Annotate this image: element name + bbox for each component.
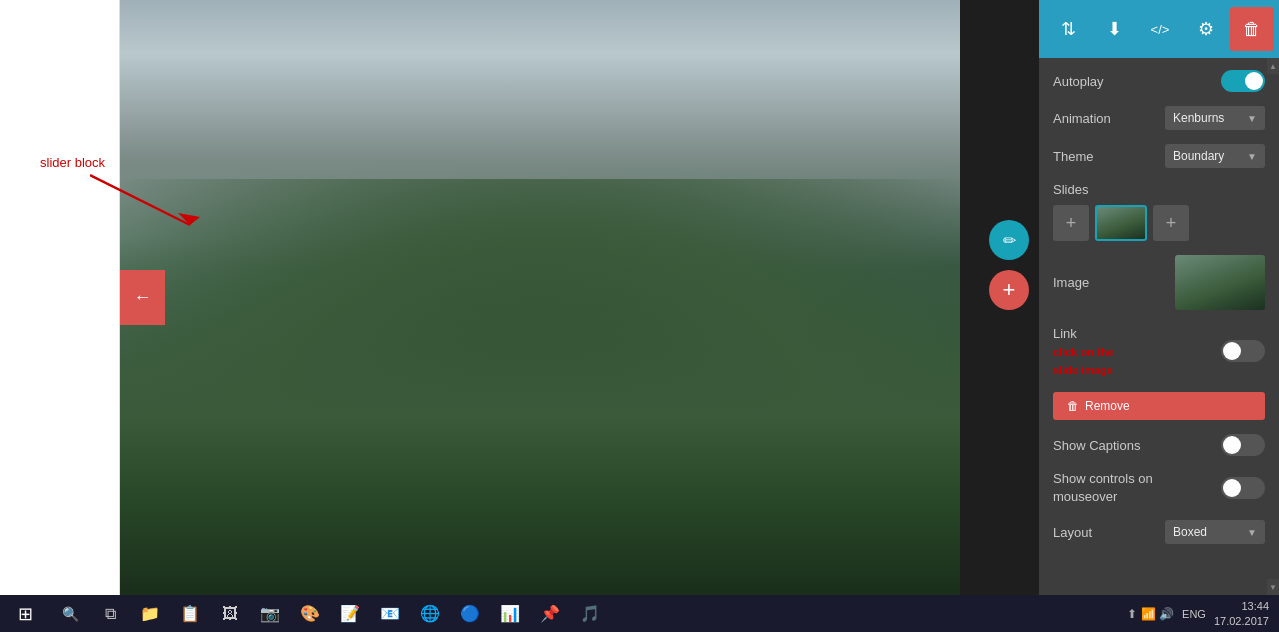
taskbar-tray: ⬆ 📶 🔊 ENG 13:44 17.02.2017 [1127,599,1279,628]
plus-icon: + [1003,277,1016,303]
left-arrow-button[interactable]: ← [120,270,165,325]
code-button[interactable]: </> [1138,7,1182,51]
taskbar-app4-icon[interactable]: 📷 [250,595,290,632]
taskbar-app6-icon[interactable]: 📝 [330,595,370,632]
delete-button[interactable]: 🗑 [1230,7,1274,51]
autoplay-toggle[interactable] [1221,70,1265,92]
image-label: Image [1053,275,1089,290]
show-controls-label: Show controls on mouseover [1053,470,1173,506]
taskbar-search-button[interactable]: 🔍 [50,595,90,632]
code-icon: </> [1151,22,1170,37]
theme-label: Theme [1053,149,1093,164]
start-button[interactable]: ⊞ [0,595,50,632]
theme-value: Boundary [1173,149,1224,163]
slides-label: Slides [1053,182,1265,197]
animation-row: Animation Kenburns ▼ [1053,106,1265,130]
pencil-icon: ✏ [1003,231,1016,250]
right-panel: Autoplay Animation Kenburns ▼ Theme Boun… [1039,58,1279,595]
trash-icon: 🗑 [1243,19,1261,40]
animation-label: Animation [1053,111,1111,126]
search-icon: 🔍 [62,606,79,622]
taskbar: ⊞ 🔍 ⧉ 📁 📋 🖼 📷 🎨 📝 📧 🌐 🔵 📊 📌 🎵 ⬆ 📶 🔊 ENG … [0,595,1279,632]
chevron-down-icon-layout: ▼ [1247,527,1257,538]
layout-label: Layout [1053,525,1092,540]
windows-icon: ⊞ [18,603,33,625]
slide-add-before-button[interactable]: + [1053,205,1089,241]
left-arrow-icon: ← [134,287,152,308]
gear-icon: ⚙ [1198,18,1214,40]
taskbar-datetime: 13:44 17.02.2017 [1214,599,1269,628]
taskbar-app2-icon[interactable]: 📋 [170,595,210,632]
autoplay-label: Autoplay [1053,74,1104,89]
show-captions-label: Show Captions [1053,438,1140,453]
image-row: Image [1053,255,1265,310]
slide-thumbnail-1[interactable] [1095,205,1147,241]
taskbar-time-value: 13:44 [1214,599,1269,613]
taskbar-app10-icon[interactable]: 📊 [490,595,530,632]
theme-dropdown[interactable]: Boundary ▼ [1165,144,1265,168]
link-section: Link click on theslide image [1053,324,1114,378]
chevron-down-icon: ▼ [1247,113,1257,124]
taskbar-app3-icon[interactable]: 🖼 [210,595,250,632]
layout-dropdown[interactable]: Boxed ▼ [1165,520,1265,544]
taskbar-app9-icon[interactable]: 🔵 [450,595,490,632]
slides-row: + + [1053,205,1265,241]
show-captions-row: Show Captions [1053,434,1265,456]
link-label: Link [1053,326,1077,341]
animation-dropdown[interactable]: Kenburns ▼ [1165,106,1265,130]
show-controls-row: Show controls on mouseover [1053,470,1265,506]
taskbar-app-icons: 📁 📋 🖼 📷 🎨 📝 📧 🌐 🔵 📊 📌 🎵 [130,595,1127,632]
toggle-thumb [1245,72,1263,90]
top-toolbar: ⇅ ⬇ </> ⚙ 🗑 [1039,0,1279,58]
link-row: Link click on theslide image [1053,324,1265,378]
task-view-button[interactable]: ⧉ [90,595,130,632]
annotation-arrow [90,165,210,235]
taskbar-date-value: 17.02.2017 [1214,614,1269,628]
remove-button[interactable]: 🗑 Remove [1053,392,1265,420]
image-preview[interactable] [1175,255,1265,310]
show-captions-toggle[interactable] [1221,434,1265,456]
taskbar-app7-icon[interactable]: 📧 [370,595,410,632]
theme-row: Theme Boundary ▼ [1053,144,1265,168]
panel-scroll-down[interactable]: ▼ [1267,579,1279,595]
animation-value: Kenburns [1173,111,1224,125]
task-view-icon: ⧉ [105,605,116,623]
chevron-down-icon-theme: ▼ [1247,151,1257,162]
float-add-button[interactable]: + [989,270,1029,310]
layout-value: Boxed [1173,525,1207,539]
slide-add-after-button[interactable]: + [1153,205,1189,241]
layout-row: Layout Boxed ▼ [1053,520,1265,544]
link-toggle-thumb [1223,342,1241,360]
transfer-button[interactable]: ⇅ [1046,7,1090,51]
trash-icon-remove: 🗑 [1067,399,1079,413]
svg-marker-1 [178,213,200,225]
download-icon: ⬇ [1107,18,1122,40]
link-toggle[interactable] [1221,340,1265,362]
transfer-icon: ⇅ [1061,18,1076,40]
float-edit-button[interactable]: ✏ [989,220,1029,260]
tray-icons: ⬆ 📶 🔊 [1127,607,1174,621]
settings-button[interactable]: ⚙ [1184,7,1228,51]
taskbar-app12-icon[interactable]: 🎵 [570,595,610,632]
taskbar-app8-icon[interactable]: 🌐 [410,595,450,632]
remove-label: Remove [1085,399,1130,413]
taskbar-app11-icon[interactable]: 📌 [530,595,570,632]
panel-scroll-up[interactable]: ▲ [1267,58,1279,74]
white-sidebar [0,0,120,595]
show-controls-toggle[interactable] [1221,477,1265,499]
forest-layer [120,179,960,596]
canvas-area: ← slider block [0,0,960,595]
link-annotation: click on theslide image [1053,346,1114,376]
captions-toggle-thumb [1223,436,1241,454]
autoplay-row: Autoplay [1053,70,1265,92]
taskbar-explorer-icon[interactable]: 📁 [130,595,170,632]
slides-section: Slides + + [1053,182,1265,241]
lang-indicator: ENG [1182,608,1206,620]
download-button[interactable]: ⬇ [1092,7,1136,51]
svg-line-0 [90,175,190,225]
slider-image [120,0,960,595]
taskbar-app5-icon[interactable]: 🎨 [290,595,330,632]
